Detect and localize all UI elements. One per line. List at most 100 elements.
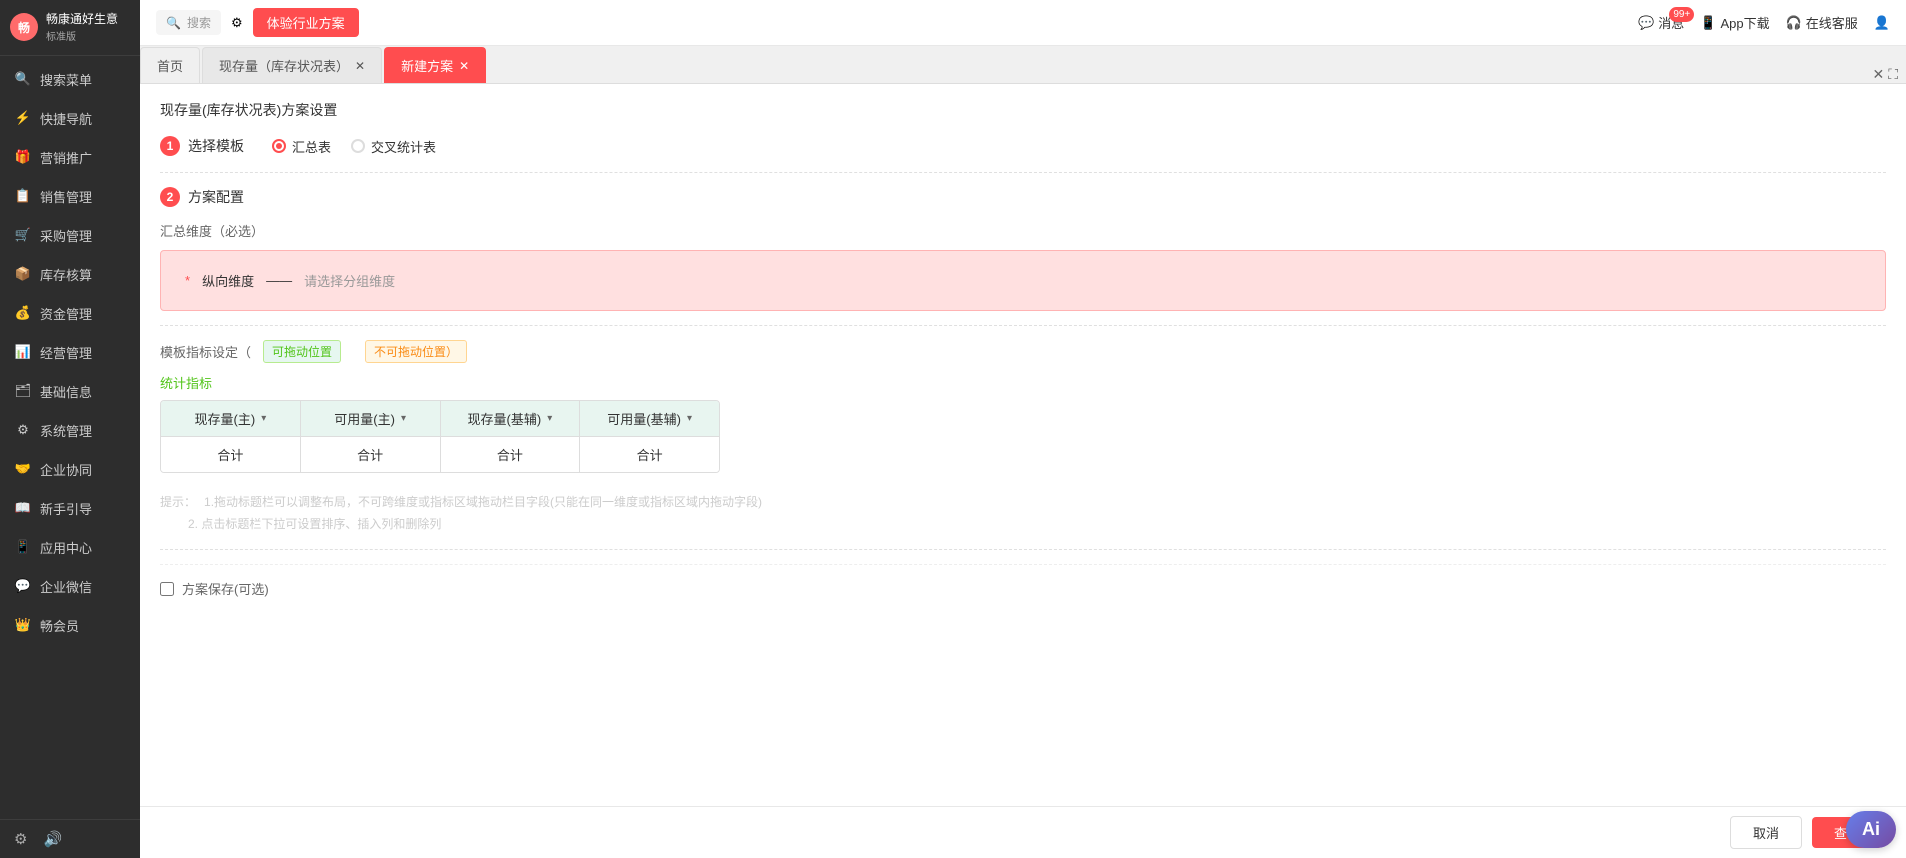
cell-1-4: 合计 xyxy=(580,437,719,472)
sidebar-label-search-menu: 搜索菜单 xyxy=(40,70,92,89)
dimension-placeholder[interactable]: 请选择分组维度 xyxy=(304,271,395,290)
tips-section: 提示： 1.拖动标题栏可以调整布局，不可跨维度或指标区域拖动栏目字段(只能在同一… xyxy=(160,493,1886,533)
sidebar-item-operations[interactable]: 📊 经营管理 xyxy=(0,333,140,372)
cell-1-1: 合计 xyxy=(161,437,301,472)
tab-new-plan[interactable]: 新建方案 ✕ xyxy=(384,47,486,83)
tab-inventory-label: 现存量（库存状况表） xyxy=(219,56,349,75)
step2-divider xyxy=(160,325,1886,326)
sidebar-item-search-menu[interactable]: 🔍 搜索菜单 xyxy=(0,60,140,99)
sidebar-label-marketing: 营销推广 xyxy=(40,148,92,167)
tab-new-plan-close[interactable]: ✕ xyxy=(459,59,469,73)
tab-inventory-status[interactable]: 现存量（库存状况表） ✕ xyxy=(202,47,382,83)
content-area: 现存量(库存状况表)方案设置 1 选择模板 汇总表 交叉统计表 xyxy=(140,84,1906,806)
settings-bottom-icon[interactable]: ⚙ xyxy=(14,830,27,848)
app-logo: 畅 畅康通好生意 标准版 xyxy=(0,0,140,56)
sidebar-item-guide[interactable]: 📖 新手引导 xyxy=(0,489,140,528)
message-item[interactable]: 💬 消息 99+ xyxy=(1638,13,1684,32)
col-header-4[interactable]: 可用量(基辅) ▾ xyxy=(580,401,719,436)
save-checkbox[interactable] xyxy=(160,582,174,596)
online-service-item[interactable]: 🎧 在线客服 xyxy=(1786,13,1858,32)
sidebar-item-system[interactable]: ⚙ 系统管理 xyxy=(0,411,140,450)
sidebar-label-system: 系统管理 xyxy=(40,421,92,440)
header-search[interactable]: 🔍 搜索 xyxy=(156,10,221,35)
main-area: 🔍 搜索 ⚙ 体验行业方案 💬 消息 99+ 📱 App下载 🎧 在线客服 👤 xyxy=(140,0,1906,858)
window-expand-icon[interactable]: ⛶ xyxy=(1888,66,1898,83)
cooperation-icon: 🤝 xyxy=(14,460,32,478)
finance-icon: 💰 xyxy=(14,304,32,322)
required-label: 汇总维度（必选） xyxy=(160,221,1886,240)
stats-label: 统计指标 xyxy=(160,373,1886,392)
col-label-2: 可用量(主) xyxy=(334,409,395,428)
tab-inventory-close[interactable]: ✕ xyxy=(355,59,365,73)
sidebar-item-purchase[interactable]: 🛒 采购管理 xyxy=(0,216,140,255)
online-service-label: 在线客服 xyxy=(1806,13,1858,32)
app-version: 标准版 xyxy=(46,28,118,43)
step2-num: 2 xyxy=(160,187,180,207)
col-header-3[interactable]: 现存量(基辅) ▾ xyxy=(441,401,581,436)
operations-icon: 📊 xyxy=(14,343,32,361)
sidebar-nav: 🔍 搜索菜单 ⚡ 快捷导航 🎁 营销推广 📋 销售管理 🛒 采购管理 📦 库存核… xyxy=(0,56,140,819)
sidebar-item-inventory[interactable]: 📦 库存核算 xyxy=(0,255,140,294)
cell-1-3: 合计 xyxy=(441,437,581,472)
col-label-3: 现存量(基辅) xyxy=(468,409,542,428)
dimension-box: * 纵向维度 —— 请选择分组维度 xyxy=(160,250,1886,311)
download-icon: 📱 xyxy=(1700,15,1716,31)
col2-chevron-icon[interactable]: ▾ xyxy=(401,413,406,424)
radio-cross[interactable]: 交叉统计表 xyxy=(351,137,436,156)
col1-chevron-icon[interactable]: ▾ xyxy=(261,413,266,424)
sidebar-label-purchase: 采购管理 xyxy=(40,226,92,245)
sidebar-item-finance[interactable]: 💰 资金管理 xyxy=(0,294,140,333)
window-minimize-icon[interactable]: ✕ xyxy=(1872,66,1884,83)
ai-badge[interactable]: Ai xyxy=(1846,811,1896,848)
dimension-label: 纵向维度 xyxy=(202,271,254,290)
sidebar-label-wechat: 企业微信 xyxy=(40,577,92,596)
stats-table: 现存量(主) ▾ 可用量(主) ▾ 现存量(基辅) ▾ 可用量(基辅) xyxy=(160,400,720,473)
footer-divider xyxy=(160,549,1886,550)
tab-home[interactable]: 首页 xyxy=(140,47,200,83)
logo-icon: 畅 xyxy=(10,13,38,41)
marketing-icon: 🎁 xyxy=(14,148,32,166)
sidebar-item-marketing[interactable]: 🎁 营销推广 xyxy=(0,138,140,177)
bottom-action-bar: 取消 查询 xyxy=(140,806,1906,858)
settings-icon[interactable]: ⚙ xyxy=(231,15,243,31)
industry-btn[interactable]: 体验行业方案 xyxy=(253,8,359,37)
radio-cross-label: 交叉统计表 xyxy=(371,137,436,156)
col3-chevron-icon[interactable]: ▾ xyxy=(547,413,552,424)
radio-summary[interactable]: 汇总表 xyxy=(272,137,331,156)
step1-title: 选择模板 xyxy=(188,136,244,156)
sidebar-item-wechat[interactable]: 💬 企业微信 xyxy=(0,567,140,606)
step1-divider xyxy=(160,172,1886,173)
col4-chevron-icon[interactable]: ▾ xyxy=(687,413,692,424)
service-icon: 🎧 xyxy=(1786,15,1802,31)
app-download-item[interactable]: 📱 App下载 xyxy=(1700,13,1769,32)
audio-bottom-icon[interactable]: 🔊 xyxy=(43,830,62,848)
col-header-1[interactable]: 现存量(主) ▾ xyxy=(161,401,301,436)
cancel-button[interactable]: 取消 xyxy=(1730,816,1802,849)
sidebar-item-sales[interactable]: 📋 销售管理 xyxy=(0,177,140,216)
col-label-1: 现存量(主) xyxy=(195,409,256,428)
sidebar-item-app-center[interactable]: 📱 应用中心 xyxy=(0,528,140,567)
indicator-settings: 模板指标设定（ 可拖动位置 不可拖动位置） xyxy=(160,340,1886,363)
sidebar-label-basic-info: 基础信息 xyxy=(40,382,92,401)
col-header-2[interactable]: 可用量(主) ▾ xyxy=(301,401,441,436)
sidebar-label-finance: 资金管理 xyxy=(40,304,92,323)
app-name: 畅康通好生意 xyxy=(46,12,118,28)
tip-1: 提示： 1.拖动标题栏可以调整布局，不可跨维度或指标区域拖动栏目字段(只能在同一… xyxy=(160,493,1886,511)
sidebar-item-cooperation[interactable]: 🤝 企业协同 xyxy=(0,450,140,489)
movable-badge: 可拖动位置 xyxy=(263,340,341,363)
sidebar: 畅 畅康通好生意 标准版 🔍 搜索菜单 ⚡ 快捷导航 🎁 营销推广 📋 销售管理… xyxy=(0,0,140,858)
sidebar-label-sales: 销售管理 xyxy=(40,187,92,206)
system-icon: ⚙ xyxy=(14,421,32,439)
step2-title: 方案配置 xyxy=(188,187,244,207)
basic-info-icon: 🗂 xyxy=(14,382,32,400)
sidebar-label-guide: 新手引导 xyxy=(40,499,92,518)
sidebar-item-basic-info[interactable]: 🗂 基础信息 xyxy=(0,372,140,411)
step2-header: 2 方案配置 xyxy=(160,187,1886,207)
sidebar-label-quick-nav: 快捷导航 xyxy=(40,109,92,128)
sidebar-item-quick-nav[interactable]: ⚡ 快捷导航 xyxy=(0,99,140,138)
app-center-icon: 📱 xyxy=(14,538,32,556)
top-header: 🔍 搜索 ⚙ 体验行业方案 💬 消息 99+ 📱 App下载 🎧 在线客服 👤 xyxy=(140,0,1906,46)
user-avatar[interactable]: 👤 xyxy=(1874,15,1890,31)
sidebar-item-member[interactable]: 👑 畅会员 xyxy=(0,606,140,645)
tabs-bar: 首页 现存量（库存状况表） ✕ 新建方案 ✕ ✕ ⛶ xyxy=(140,46,1906,84)
